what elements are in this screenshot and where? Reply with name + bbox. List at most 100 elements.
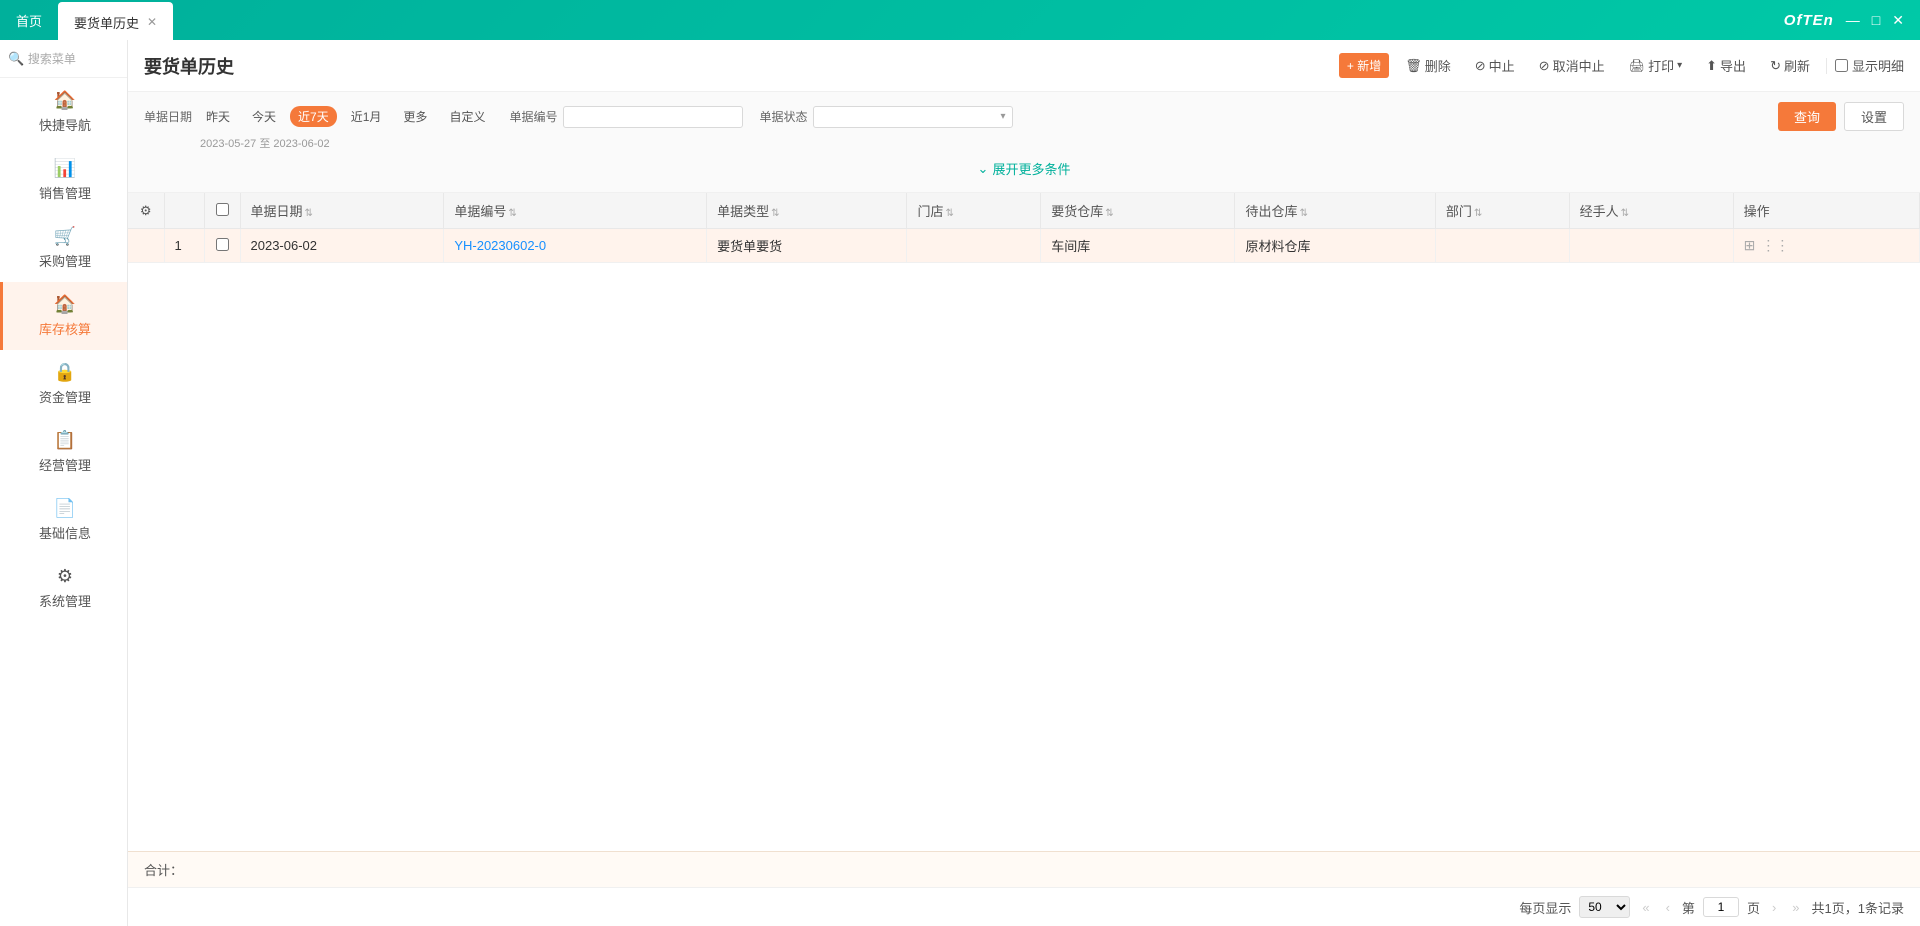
td-pending-warehouse: 原材料仓库 — [1235, 229, 1435, 263]
date-tag-7days[interactable]: 近7天 — [290, 106, 337, 127]
table-header-row: ⚙ 单据日期⇅ 单据编号⇅ 单据类型⇅ 门店⇅ 要货仓库⇅ 待出仓库⇅ 部门⇅ … — [128, 193, 1920, 229]
sidebar-item-shortcuts[interactable]: 🏠 快捷导航 — [0, 78, 127, 146]
per-page-select[interactable]: 20 50 100 200 — [1579, 896, 1630, 918]
page-input[interactable] — [1703, 897, 1739, 917]
last-page-button[interactable]: » — [1788, 898, 1803, 917]
date-range-text: 2023-05-27 至 2023-06-02 — [200, 135, 330, 151]
th-date[interactable]: 单据日期⇅ — [240, 193, 444, 229]
th-store[interactable]: 门店⇅ — [907, 193, 1041, 229]
pagination: 每页显示 20 50 100 200 « ‹ 第 页 › » 共1页，1条记录 — [128, 887, 1920, 926]
td-settings — [128, 229, 164, 263]
settings-button[interactable]: 设置 — [1844, 102, 1904, 131]
th-doctype[interactable]: 单据类型⇅ — [707, 193, 907, 229]
edit-action-icon[interactable]: ⊞ — [1744, 237, 1756, 254]
th-num — [164, 193, 204, 229]
main-layout: 🔍 搜索菜单 🏠 快捷导航 📊 销售管理 🛒 采购管理 🏠 库存核算 🔒 资金管… — [0, 40, 1920, 926]
action-icons: ⊞ ⋮⋮ — [1744, 237, 1909, 254]
stop-button[interactable]: ⊘ 中止 — [1467, 52, 1523, 79]
data-table: ⚙ 单据日期⇅ 单据编号⇅ 单据类型⇅ 门店⇅ 要货仓库⇅ 待出仓库⇅ 部门⇅ … — [128, 193, 1920, 263]
maximize-icon[interactable]: □ — [1872, 12, 1880, 28]
td-handler — [1569, 229, 1733, 263]
date-filter-label: 单据日期 — [144, 108, 192, 125]
show-detail-checkbox[interactable]: 显示明细 — [1835, 56, 1904, 75]
more-action-icon[interactable]: ⋮⋮ — [1761, 237, 1789, 254]
delete-button[interactable]: 🗑 删除 — [1397, 52, 1459, 79]
td-check[interactable] — [204, 229, 240, 263]
minimize-icon[interactable]: — — [1846, 12, 1860, 28]
filter-row-date-range: 2023-05-27 至 2023-06-02 — [144, 135, 1904, 151]
sidebar-item-label: 库存核算 — [39, 319, 91, 338]
next-page-button[interactable]: › — [1768, 898, 1780, 917]
sidebar-item-purchase[interactable]: 🛒 采购管理 — [0, 214, 127, 282]
page-label: 第 — [1682, 898, 1695, 917]
th-department[interactable]: 部门⇅ — [1435, 193, 1569, 229]
sidebar-item-operations[interactable]: 📋 经营管理 — [0, 418, 127, 486]
table-area: ⚙ 单据日期⇅ 单据编号⇅ 单据类型⇅ 门店⇅ 要货仓库⇅ 待出仓库⇅ 部门⇅ … — [128, 193, 1920, 851]
prev-page-button[interactable]: ‹ — [1662, 898, 1674, 917]
th-docno[interactable]: 单据编号⇅ — [444, 193, 707, 229]
new-button[interactable]: + 新增 — [1339, 53, 1389, 78]
docno-filter-input[interactable] — [563, 106, 743, 128]
sidebar-item-label: 系统管理 — [39, 591, 91, 610]
date-tag-1month[interactable]: 近1月 — [343, 106, 390, 127]
purchase-icon: 🛒 — [54, 226, 76, 247]
tab-home[interactable]: 首页 — [0, 0, 58, 40]
td-doctype: 要货单要货 — [707, 229, 907, 263]
date-tag-yesterday[interactable]: 昨天 — [198, 106, 238, 127]
th-settings[interactable]: ⚙ — [128, 193, 164, 229]
query-button[interactable]: 查询 — [1778, 102, 1836, 131]
status-filter-input[interactable] — [813, 106, 1013, 128]
td-req-warehouse: 车间库 — [1041, 229, 1235, 263]
cancel-stop-icon: ⊘ — [1539, 58, 1550, 74]
date-tag-custom[interactable]: 自定义 — [441, 106, 493, 127]
top-bar: 首页 要货单历史 ✕ OfTEn — □ ✕ — [0, 0, 1920, 40]
date-tag-today[interactable]: 今天 — [244, 106, 284, 127]
th-handler[interactable]: 经手人⇅ — [1569, 193, 1733, 229]
row-checkbox[interactable] — [216, 238, 229, 251]
docno-link[interactable]: YH-20230602-0 — [454, 238, 546, 253]
sidebar-item-label: 销售管理 — [39, 183, 91, 202]
status-select-wrapper: ▾ — [813, 106, 1013, 128]
close-window-icon[interactable]: ✕ — [1892, 12, 1904, 29]
sidebar-item-label: 采购管理 — [39, 251, 91, 270]
show-detail-input[interactable] — [1835, 59, 1848, 72]
th-pending-warehouse[interactable]: 待出仓库⇅ — [1235, 193, 1435, 229]
print-button[interactable]: 🖨 打印 ▾ — [1621, 52, 1691, 79]
basicinfo-icon: 📄 — [54, 498, 76, 519]
total-info: 共1页，1条记录 — [1812, 898, 1904, 917]
select-all-checkbox[interactable] — [216, 203, 229, 216]
sales-icon: 📊 — [54, 158, 76, 179]
date-tag-more[interactable]: 更多 — [395, 106, 435, 127]
tab-requisition-history[interactable]: 要货单历史 ✕ — [58, 2, 173, 42]
th-action: 操作 — [1733, 193, 1919, 229]
cancel-stop-button[interactable]: ⊘ 取消中止 — [1531, 52, 1613, 79]
sidebar-item-finance[interactable]: 🔒 资金管理 — [0, 350, 127, 418]
delete-icon: 🗑 — [1405, 58, 1422, 74]
docno-filter-group: 单据编号 — [509, 106, 743, 128]
th-req-warehouse[interactable]: 要货仓库⇅ — [1041, 193, 1235, 229]
refresh-icon: ↻ — [1770, 58, 1781, 74]
sidebar-item-system[interactable]: ⚙ 系统管理 — [0, 554, 127, 622]
refresh-button[interactable]: ↻ 刷新 — [1762, 52, 1818, 79]
sidebar-item-basicinfo[interactable]: 📄 基础信息 — [0, 486, 127, 554]
page-header: 要货单历史 + 新增 🗑 删除 ⊘ 中止 ⊘ 取消中止 🖨 打印 — [128, 40, 1920, 92]
sidebar-item-inventory[interactable]: 🏠 库存核算 — [0, 282, 127, 350]
filter-area: 单据日期 昨天 今天 近7天 近1月 更多 自定义 单据编号 单据状态 — [128, 92, 1920, 193]
sidebar-search-label: 搜索菜单 — [28, 52, 76, 66]
docno-filter-label: 单据编号 — [509, 108, 557, 125]
expand-more-button[interactable]: ⌄ 展开更多条件 — [144, 155, 1904, 182]
brand-text: OfTEn — [1784, 12, 1834, 29]
first-page-button[interactable]: « — [1638, 898, 1653, 917]
sidebar-search-area[interactable]: 🔍 搜索菜单 — [0, 40, 127, 78]
th-check[interactable] — [204, 193, 240, 229]
toolbar-divider — [1826, 58, 1827, 74]
content-area: 要货单历史 + 新增 🗑 删除 ⊘ 中止 ⊘ 取消中止 🖨 打印 — [128, 40, 1920, 926]
sidebar-item-label: 资金管理 — [39, 387, 91, 406]
print-icon: 🖨 — [1629, 58, 1646, 74]
sidebar-item-sales[interactable]: 📊 销售管理 — [0, 146, 127, 214]
export-button[interactable]: ⬆ 导出 — [1698, 52, 1754, 79]
toolbar: + 新增 🗑 删除 ⊘ 中止 ⊘ 取消中止 🖨 打印 ▾ — [1339, 52, 1904, 79]
top-bar-right: OfTEn — □ ✕ — [1784, 12, 1920, 29]
tab-close-icon[interactable]: ✕ — [147, 15, 157, 29]
sidebar-item-label: 基础信息 — [39, 523, 91, 542]
